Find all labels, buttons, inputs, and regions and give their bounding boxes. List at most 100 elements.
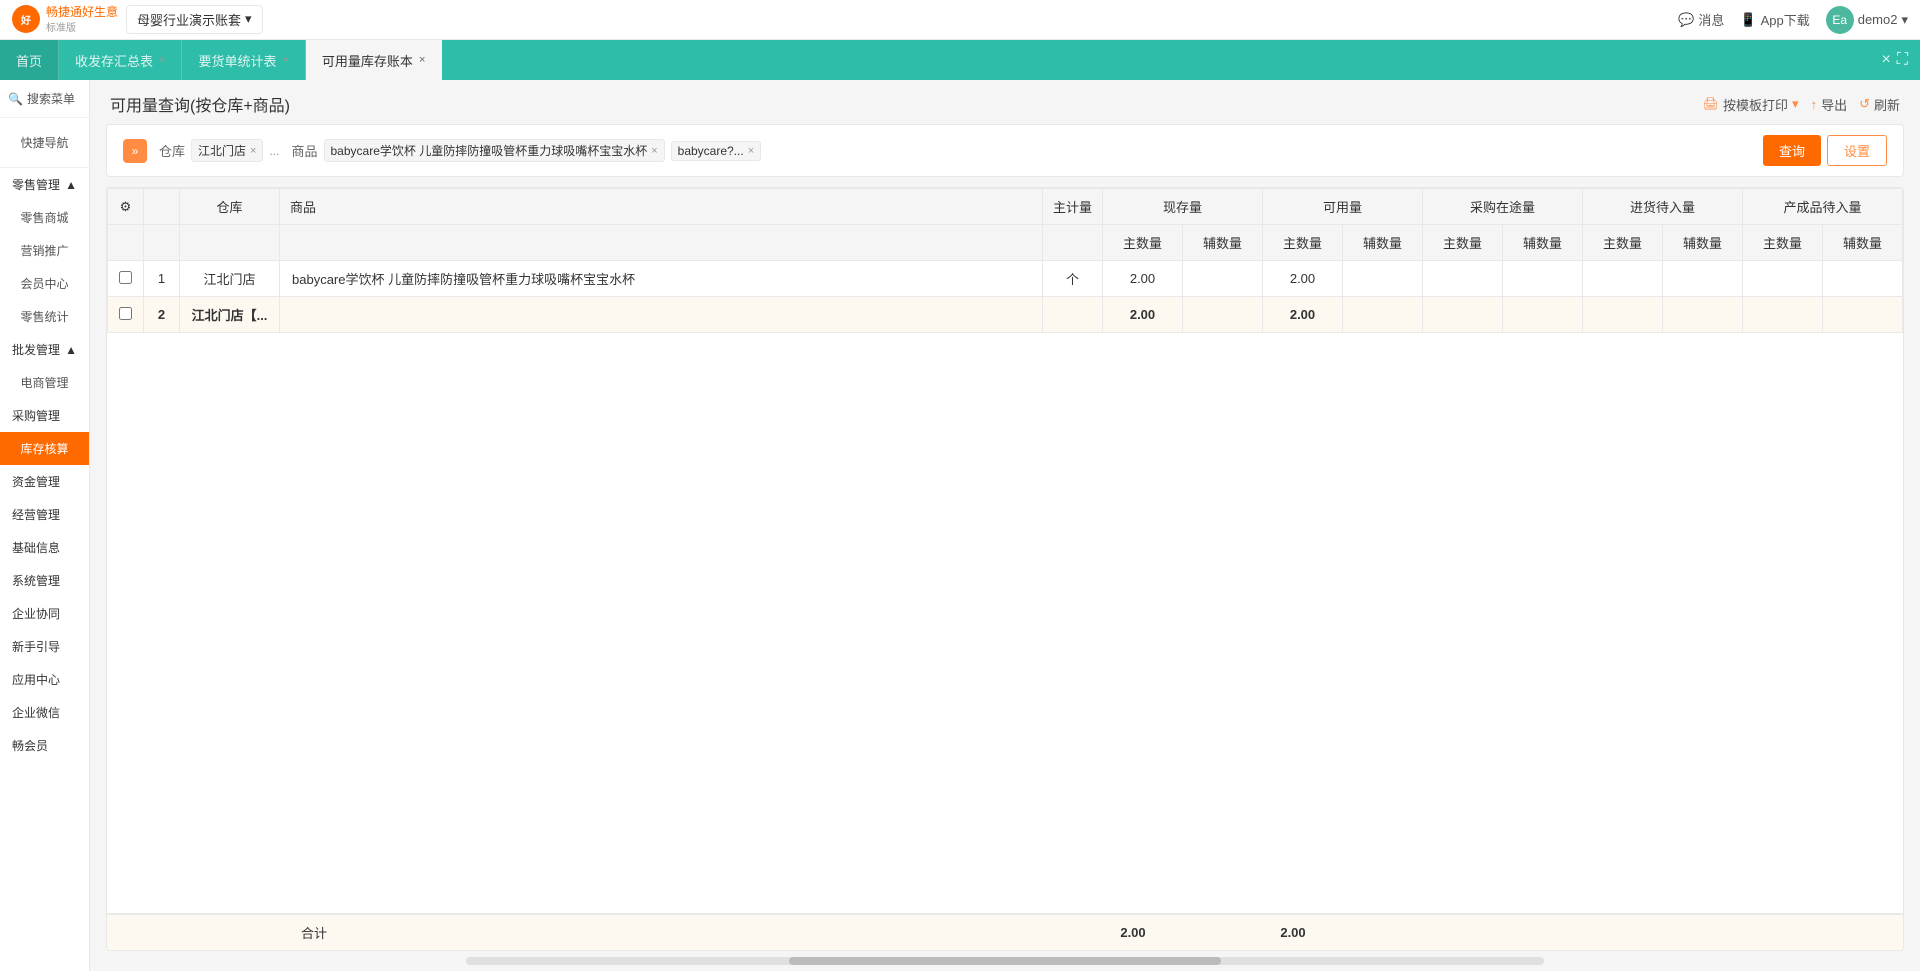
filter-toggle-button[interactable]: » [123, 139, 147, 163]
tab-receive-summary-label: 收发存汇总表 [75, 51, 153, 70]
table-row: 1 江北门店 babycare学饮杯 儿童防摔防撞吸管杯重力球吸嘴杯宝宝水杯 个… [108, 261, 1903, 297]
row-available-sub [1343, 261, 1423, 297]
sidebar-search[interactable]: 🔍 搜索菜单 [0, 80, 89, 118]
th-available-group: 可用量 [1263, 189, 1423, 225]
row-stock-main: 2.00 [1103, 261, 1183, 297]
industry-selector[interactable]: 母婴行业演示账套 ▾ [126, 5, 263, 34]
sidebar-item-operations[interactable]: 经营管理 [0, 498, 89, 531]
sidebar-wholesale-label: 批发管理 [12, 341, 60, 358]
th-purchase-main: 主数量 [1423, 225, 1503, 261]
sidebar-item-basics[interactable]: 基础信息 [0, 531, 89, 564]
row-checkbox[interactable] [108, 261, 144, 297]
sidebar-purchase-label: 采购管理 [12, 407, 60, 424]
th-production-main: 主数量 [1743, 225, 1823, 261]
th-incoming-group: 进货待入量 [1583, 189, 1743, 225]
footer-stock-main: 2.00 [1093, 925, 1173, 940]
fullscreen-button[interactable]: ⛶ [1897, 51, 1908, 69]
product-tag-2-remove[interactable]: × [748, 145, 754, 157]
sidebar-item-member[interactable]: 会员中心 [0, 267, 89, 300]
th-incoming-sub: 辅数量 [1663, 225, 1743, 261]
row-unit: 个 [1042, 261, 1102, 297]
sidebar-section-retail[interactable]: 零售管理 ▲ [0, 168, 89, 201]
tab-receive-summary[interactable]: 收发存汇总表 × [59, 40, 182, 80]
product-tag-2[interactable]: babycare?... × [671, 141, 761, 161]
download-label: App下载 [1761, 10, 1810, 29]
sidebar-item-inventory[interactable]: 库存核算 [0, 432, 89, 465]
logo-sub: 标准版 [46, 19, 118, 34]
footer-label: 合计 [289, 923, 1033, 942]
download-icon: 📱 [1740, 12, 1756, 28]
row-purchase-sub [1503, 261, 1583, 297]
warehouse-tag[interactable]: 江北门店 × [191, 139, 263, 162]
sidebar-item-apps[interactable]: 应用中心 [0, 663, 89, 696]
th-settings[interactable]: ⚙ [108, 189, 144, 225]
filter-actions: 查询 设置 [1763, 135, 1887, 166]
th-purchase-sub: 辅数量 [1503, 225, 1583, 261]
tab-home[interactable]: 首页 [0, 40, 59, 80]
message-icon: 💬 [1678, 12, 1694, 28]
sidebar-item-marketing[interactable]: 营销推广 [0, 234, 89, 267]
warehouse-filter-group: 仓库 江北门店 × ... [159, 139, 279, 162]
user-menu[interactable]: Ea demo2 ▾ [1826, 6, 1908, 34]
row-no: 1 [144, 261, 180, 297]
row-checkbox[interactable] [108, 297, 144, 333]
th-no [144, 189, 180, 225]
tab-available-inventory-close[interactable]: × [419, 54, 425, 66]
settings-button[interactable]: 设置 [1827, 135, 1887, 166]
refresh-button[interactable]: ↺ 刷新 [1859, 95, 1900, 114]
row-stock-sub [1183, 261, 1263, 297]
sidebar-section-wholesale[interactable]: 批发管理 ▲ [0, 333, 89, 366]
table-container: ⚙ 仓库 商品 主计量 现存量 可用量 采购在途量 进货待入量 产成品待入量 [106, 187, 1904, 951]
nav-tabs-bar: 首页 收发存汇总表 × 要货单统计表 × 可用量库存账本 × × ⛶ [0, 40, 1920, 80]
print-chevron-icon: ▾ [1792, 96, 1799, 112]
sidebar-item-finance[interactable]: 资金管理 [0, 465, 89, 498]
product-tag-1[interactable]: babycare学饮杯 儿童防摔防撞吸管杯重力球吸嘴杯宝宝水杯 × [324, 139, 665, 162]
export-button[interactable]: ↑ 导出 [1811, 95, 1848, 114]
sidebar-item-collab[interactable]: 企业协同 [0, 597, 89, 630]
message-button[interactable]: 💬 消息 [1678, 10, 1724, 29]
sidebar-item-system[interactable]: 系统管理 [0, 564, 89, 597]
print-button[interactable]: 🖨 按模板打印 ▾ [1703, 95, 1799, 114]
product-filter-group: 商品 babycare学饮杯 儿童防摔防撞吸管杯重力球吸嘴杯宝宝水杯 × bab… [291, 139, 761, 162]
row-product: babycare学饮杯 儿童防摔防撞吸管杯重力球吸嘴杯宝宝水杯 [280, 261, 1043, 297]
th-stock-group: 现存量 [1103, 189, 1263, 225]
sidebar-item-purchase[interactable]: 采购管理 [0, 399, 89, 432]
message-label: 消息 [1698, 10, 1724, 29]
row-warehouse: 江北门店【... [180, 297, 280, 333]
tab-receive-summary-close[interactable]: × [159, 54, 165, 66]
tab-order-stats-close[interactable]: × [282, 54, 288, 66]
th-settings-2 [108, 225, 144, 261]
row-warehouse: 江北门店 [180, 261, 280, 297]
warehouse-tag-remove[interactable]: × [250, 145, 256, 157]
industry-label: 母婴行业演示账套 [137, 10, 241, 29]
sidebar-item-wechat[interactable]: 企业微信 [0, 696, 89, 729]
table-footer: 合计 2.00 2.00 [107, 913, 1903, 950]
row-purchase-sub [1503, 297, 1583, 333]
sidebar-item-ecommerce[interactable]: 电商管理 [0, 366, 89, 399]
row-unit [1042, 297, 1102, 333]
th-incoming-main: 主数量 [1583, 225, 1663, 261]
sidebar-search-label: 搜索菜单 [27, 90, 75, 107]
filter-bar: » 仓库 江北门店 × ... 商品 babycare学饮杯 儿童防摔防撞吸管杯… [106, 124, 1904, 177]
row-production-sub [1823, 261, 1903, 297]
sidebar-item-retail-stats[interactable]: 零售统计 [0, 300, 89, 333]
warehouse-filter-more[interactable]: ... [269, 144, 279, 158]
tab-available-inventory[interactable]: 可用量库存账本 × [306, 40, 442, 80]
sidebar-retail-label: 零售管理 [12, 176, 60, 193]
product-tag-1-remove[interactable]: × [651, 145, 657, 157]
row-stock-main: 2.00 [1103, 297, 1183, 333]
sidebar-item-membership[interactable]: 畅会员 [0, 729, 89, 762]
sidebar-item-quick-nav[interactable]: 快捷导航 [0, 126, 89, 159]
row-no: 2 [144, 297, 180, 333]
close-all-tabs-button[interactable]: × [1881, 51, 1890, 69]
tab-order-stats[interactable]: 要货单统计表 × [182, 40, 305, 80]
logo: 好 畅捷通好生意 标准版 [12, 5, 118, 34]
logo-text: 畅捷通好生意 [46, 5, 118, 19]
chevron-down-icon: ▾ [245, 11, 252, 27]
sidebar-retail-arrow: ▲ [65, 178, 77, 192]
sidebar-item-guide[interactable]: 新手引导 [0, 630, 89, 663]
app-download-button[interactable]: 📱 App下载 [1740, 10, 1809, 29]
tab-order-stats-label: 要货单统计表 [198, 51, 276, 70]
query-button[interactable]: 查询 [1763, 135, 1821, 166]
sidebar-item-retail-mall[interactable]: 零售商城 [0, 201, 89, 234]
